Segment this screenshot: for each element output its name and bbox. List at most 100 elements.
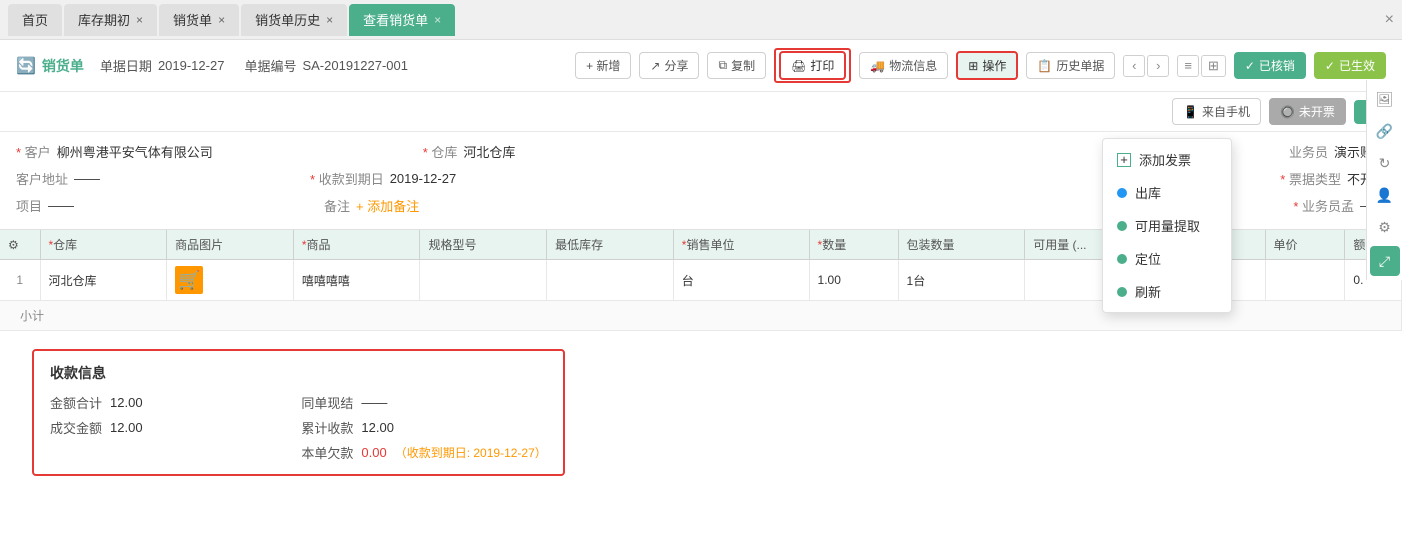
col-warehouse: *仓库: [40, 230, 167, 260]
col-min-stock: 最低库存: [547, 230, 674, 260]
doc-number-value: SA-20191227-001: [302, 58, 408, 73]
close-all-button[interactable]: ×: [1385, 11, 1394, 29]
available-qty-icon: [1117, 221, 1127, 231]
cell-qty: 1.00: [809, 260, 898, 301]
available-qty-item[interactable]: 可用量提取: [1103, 209, 1231, 242]
col-qty: *数量: [809, 230, 898, 260]
tab-view-sales[interactable]: 查看销货单 ×: [349, 4, 455, 36]
phone-icon: 📱: [1183, 105, 1198, 119]
refresh-item[interactable]: 刷新: [1103, 275, 1231, 308]
tab-inventory-close[interactable]: ×: [136, 13, 143, 27]
project-label: 项目: [16, 196, 42, 215]
cell-warehouse: 河北仓库: [40, 260, 167, 301]
effective-button[interactable]: ✓ 已生效: [1314, 52, 1386, 79]
doc-type-label: 销货单: [42, 56, 84, 76]
cell-image: 🛒: [167, 260, 294, 301]
check-icon-cancelled: ✓: [1245, 59, 1255, 73]
cell-pack-qty: 1台: [898, 260, 1025, 301]
refresh-icon: [1117, 287, 1127, 297]
due-value: 0.00: [361, 445, 386, 460]
tab-history-close[interactable]: ×: [326, 13, 333, 27]
tab-sales-history[interactable]: 销货单历史 ×: [241, 4, 347, 36]
nav-prev-button[interactable]: ‹: [1123, 55, 1145, 77]
tab-view-label: 查看销货单: [363, 10, 428, 29]
settings-panel-button[interactable]: ⚙: [1370, 212, 1400, 242]
product-image: 🛒: [175, 266, 203, 294]
add-invoice-item[interactable]: + 添加发票: [1103, 143, 1231, 176]
link-panel-button[interactable]: 🔗: [1370, 116, 1400, 146]
cell-min-stock: [547, 260, 674, 301]
sales-icon: 🔄: [16, 56, 36, 76]
customer-field: 客户 柳州粤港平安气体有限公司: [16, 142, 213, 161]
copy-button[interactable]: ⧉ 复制: [707, 52, 766, 79]
warehouse-out-item[interactable]: 出库: [1103, 176, 1231, 209]
expand-panel-button[interactable]: ⤢: [1370, 246, 1400, 276]
history-icon: 📋: [1037, 59, 1052, 73]
add-remark-btn[interactable]: + 添加备注: [356, 196, 419, 215]
address-label: 客户地址: [16, 169, 68, 188]
warehouse-out-label: 出库: [1135, 183, 1161, 202]
cancelled-button[interactable]: ✓ 已核销: [1234, 52, 1306, 79]
not-open-label: 未开票: [1299, 103, 1335, 120]
main-content: 🔄 销货单 单据日期 2019-12-27 单据编号 SA-20191227-0…: [0, 40, 1402, 533]
operations-label: 操作: [982, 57, 1006, 74]
check-icon-effective: ✓: [1325, 59, 1335, 73]
cell-unit-price: [1265, 260, 1345, 301]
user-panel-button[interactable]: 👤: [1370, 180, 1400, 210]
total-amount-value: 12.00: [110, 395, 143, 410]
rotate-panel-button[interactable]: ↻: [1370, 148, 1400, 178]
grid-view-button[interactable]: ⊞: [1201, 55, 1226, 77]
customer-value: 柳州粤港平安气体有限公司: [57, 142, 213, 161]
truck-icon: 🚚: [870, 59, 885, 73]
tab-sales-order[interactable]: 销货单 ×: [159, 4, 239, 36]
tab-sales-label: 销货单: [173, 10, 212, 29]
available-qty-label: 可用量提取: [1135, 216, 1200, 235]
due-label: 本单欠款: [301, 443, 353, 462]
customer-label: 客户: [16, 142, 51, 161]
address-value: ——: [74, 171, 100, 186]
col-settings[interactable]: ⚙: [0, 230, 40, 260]
list-view-button[interactable]: ≡: [1177, 55, 1199, 77]
row-num: 1: [0, 260, 40, 301]
doc-date-field: 单据日期 2019-12-27: [100, 56, 225, 75]
cancelled-label: 已核销: [1259, 57, 1295, 74]
copy-icon: ⧉: [718, 58, 727, 73]
logistics-button[interactable]: 🚚 物流信息: [859, 52, 948, 79]
add-invoice-label: 添加发票: [1139, 150, 1191, 169]
col-product: *商品: [293, 230, 420, 260]
from-phone-button[interactable]: 📱 来自手机: [1172, 98, 1261, 125]
doc-date-value: 2019-12-27: [158, 58, 225, 73]
remark-label: 备注: [324, 196, 350, 215]
tab-home[interactable]: 首页: [8, 4, 62, 36]
not-open-button[interactable]: 🔘 未开票: [1269, 98, 1346, 125]
summary-box: 收款信息 金额合计 12.00 同单现结 —— 成交金额 12.00: [32, 349, 565, 476]
new-button[interactable]: + 新增: [575, 52, 631, 79]
transaction-row: 成交金额 12.00: [50, 418, 295, 437]
image-panel-button[interactable]: 🖼: [1370, 84, 1400, 114]
tab-sales-close[interactable]: ×: [218, 13, 225, 27]
cumulative-label: 累计收款: [301, 418, 353, 437]
nav-next-button[interactable]: ›: [1147, 55, 1169, 77]
tab-view-close[interactable]: ×: [434, 13, 441, 27]
summary-grid: 金额合计 12.00 同单现结 —— 成交金额 12.00 累计收款 12.00: [50, 393, 547, 462]
operations-button[interactable]: ⊞ 操作: [956, 51, 1018, 80]
doc-date-label: 单据日期: [100, 56, 152, 75]
transaction-label: 成交金额: [50, 418, 102, 437]
toolbar: + 新增 ↗ 分享 ⧉ 复制 🖨 打印 🚚 物流信息: [575, 48, 1386, 83]
warehouse-out-icon: [1117, 188, 1127, 198]
right-panel: 🖼 🔗 ↻ 👤 ⚙ ⤢: [1366, 80, 1402, 280]
from-phone-label: 来自手机: [1202, 103, 1250, 120]
print-button[interactable]: 🖨 打印: [779, 51, 846, 80]
tab-inventory-label: 库存期初: [78, 10, 130, 29]
toolbar2: 📱 来自手机 🔘 未开票 ✓: [0, 92, 1402, 132]
share-button[interactable]: ↗ 分享: [639, 52, 699, 79]
due-date-value: 2019-12-27: [390, 171, 457, 186]
address-field: 客户地址 ——: [16, 169, 100, 188]
history-button[interactable]: 📋 历史单据: [1026, 52, 1115, 79]
due-date-label: 收款到期日: [310, 169, 384, 188]
doc-number-field: 单据编号 SA-20191227-001: [244, 56, 408, 75]
tab-inventory-init[interactable]: 库存期初 ×: [64, 4, 157, 36]
project-value: ——: [48, 198, 74, 213]
locate-item[interactable]: 定位: [1103, 242, 1231, 275]
grid-icon: ⊞: [968, 59, 978, 73]
